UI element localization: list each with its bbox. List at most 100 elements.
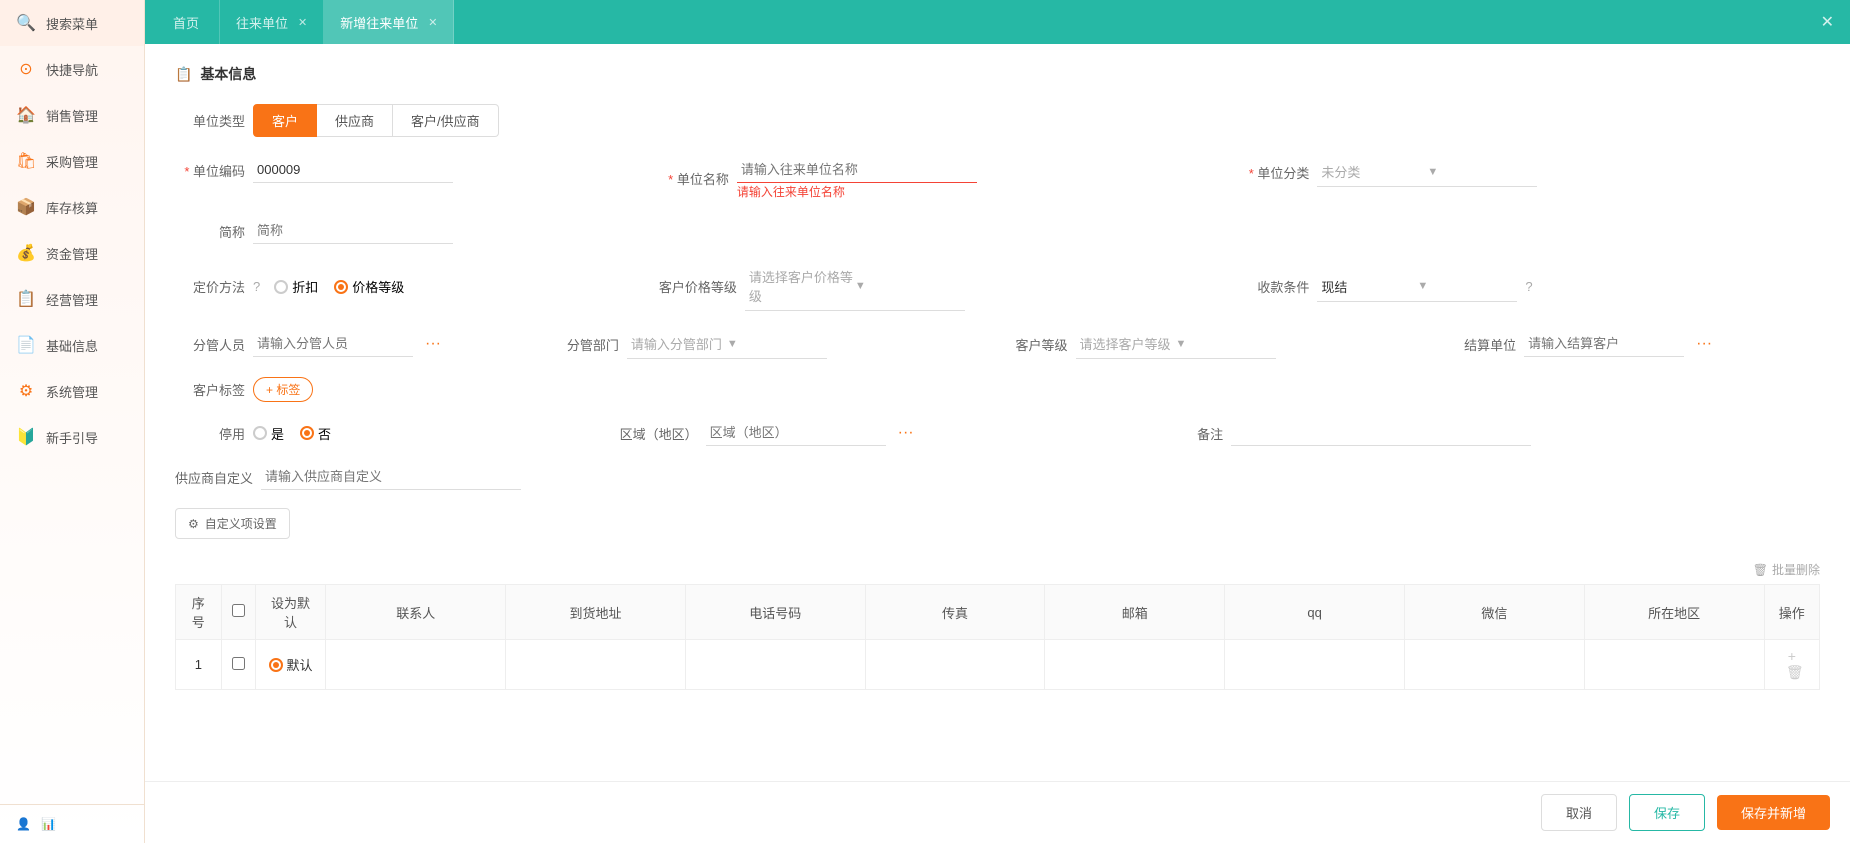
row-delete-btn[interactable]: 🗑: [1786, 664, 1804, 680]
sidebar-item-search[interactable]: 🔍 搜索菜单: [0, 0, 144, 46]
region-input[interactable]: [706, 420, 886, 446]
tab-new-partner[interactable]: 新增往来单位 ✕: [324, 0, 454, 44]
col-qq: qq: [1225, 585, 1405, 640]
sidebar-item-purchase[interactable]: 🛍 采购管理: [0, 138, 144, 184]
cell-contact[interactable]: [326, 640, 506, 690]
add-tag-button[interactable]: + 标签: [253, 377, 313, 402]
custom-settings-button[interactable]: ⚙ 自定义项设置: [175, 508, 290, 539]
sidebar-stats[interactable]: 📊: [41, 817, 56, 831]
sidebar-item-inventory[interactable]: 📦 库存核算: [0, 184, 144, 230]
pricing-level-radio: [334, 280, 348, 294]
cell-phone[interactable]: [685, 640, 865, 690]
quick-nav-icon: ⊙: [16, 59, 36, 79]
payment-help-icon[interactable]: ?: [1525, 279, 1532, 294]
col-action: 操作: [1764, 585, 1819, 640]
cell-checkbox[interactable]: [221, 640, 255, 690]
cell-region[interactable]: [1584, 640, 1764, 690]
disabled-yes-option[interactable]: 是: [253, 424, 284, 443]
phone-input[interactable]: [696, 657, 855, 672]
system-icon: ⚙: [16, 381, 36, 401]
settlement-unit-input[interactable]: [1524, 331, 1684, 357]
form-row-pricing: 定价方法 ? 折扣 价格等级 客户价格等级 请选择客户价格等级: [175, 262, 1820, 311]
pricing-discount-option[interactable]: 折扣: [274, 277, 318, 296]
sidebar-label-basic: 基础信息: [46, 336, 98, 355]
form-row-shortname: 简称: [175, 218, 1820, 244]
fax-input[interactable]: [876, 657, 1035, 672]
cell-fax[interactable]: [865, 640, 1045, 690]
payment-terms-arrow: ▼: [1417, 280, 1513, 292]
contacts-table: 序号 设为默认 联系人 到货地址 电话号码 传真 邮箱 qq 微信 所在地区 操…: [175, 584, 1820, 690]
table-row: 1 默认: [176, 640, 1820, 690]
select-all-checkbox[interactable]: [232, 604, 245, 617]
region-table-input[interactable]: [1595, 657, 1754, 672]
disabled-label: 停用: [175, 424, 245, 443]
tabbar-close-all[interactable]: ✕: [1813, 12, 1842, 32]
cell-email[interactable]: [1045, 640, 1225, 690]
inventory-icon: 📦: [16, 197, 36, 217]
sidebar-item-system[interactable]: ⚙ 系统管理: [0, 368, 144, 414]
sidebar-item-finance[interactable]: 💰 资金管理: [0, 230, 144, 276]
cancel-button[interactable]: 取消: [1541, 794, 1617, 831]
save-new-button[interactable]: 保存并新增: [1717, 795, 1830, 830]
unit-type-row: 单位类型 客户 供应商 客户/供应商: [175, 104, 1820, 137]
tab-partners-close[interactable]: ✕: [298, 16, 307, 29]
unit-code-input[interactable]: [253, 157, 453, 183]
short-name-input[interactable]: [253, 218, 453, 244]
sidebar-item-basic[interactable]: 📄 基础信息: [0, 322, 144, 368]
cell-wechat[interactable]: [1405, 640, 1585, 690]
unit-type-both[interactable]: 客户/供应商: [393, 104, 499, 137]
pricing-help-icon[interactable]: ?: [253, 279, 260, 294]
sidebar-item-guide[interactable]: 🔰 新手引导: [0, 414, 144, 460]
sidebar-item-quick-nav[interactable]: ⊙ 快捷导航: [0, 46, 144, 92]
tab-home[interactable]: 首页: [153, 0, 220, 44]
email-input[interactable]: [1055, 657, 1214, 672]
sidebar-label-guide: 新手引导: [46, 428, 98, 447]
manager-label: 分管人员: [175, 335, 245, 354]
unit-category-arrow: ▼: [1427, 166, 1533, 178]
tab-new-partner-close[interactable]: ✕: [428, 16, 437, 29]
customer-level-select[interactable]: 请选择客户等级 ▼: [1076, 329, 1276, 359]
unit-category-select[interactable]: 未分类 ▼: [1317, 157, 1537, 187]
supplier-custom-input[interactable]: [261, 464, 521, 490]
sidebar-item-sales[interactable]: 🏠 销售管理: [0, 92, 144, 138]
manager-more-btn[interactable]: ···: [421, 335, 445, 353]
remark-field: 备注: [1153, 420, 1820, 446]
row-checkbox[interactable]: [232, 657, 245, 670]
manager-input[interactable]: [253, 331, 413, 357]
sidebar-item-ops[interactable]: 📋 经营管理: [0, 276, 144, 322]
main-content: 首页 往来单位 ✕ 新增往来单位 ✕ ✕ 📋 基本信息 单位类型 客户 供应商 …: [145, 0, 1850, 843]
payment-terms-value: 现结: [1321, 277, 1417, 296]
department-placeholder: 请输入分管部门: [631, 334, 727, 353]
unit-type-customer[interactable]: 客户: [253, 104, 317, 137]
department-select[interactable]: 请输入分管部门 ▼: [627, 329, 827, 359]
wechat-input[interactable]: [1415, 657, 1574, 672]
qq-input[interactable]: [1235, 657, 1394, 672]
payment-terms-select[interactable]: 现结 ▼: [1317, 272, 1517, 302]
pricing-level-option[interactable]: 价格等级: [334, 277, 404, 296]
unit-type-supplier[interactable]: 供应商: [317, 104, 393, 137]
default-radio: [269, 658, 283, 672]
table-header-row: 序号 设为默认 联系人 到货地址 电话号码 传真 邮箱 qq 微信 所在地区 操…: [176, 585, 1820, 640]
batch-delete-button[interactable]: 🗑 批量删除: [1753, 561, 1820, 578]
cell-address[interactable]: [506, 640, 686, 690]
sidebar-user[interactable]: 👤: [16, 817, 31, 831]
guide-icon: 🔰: [16, 427, 36, 447]
user-icon: 👤: [16, 817, 31, 831]
contact-input[interactable]: [336, 657, 495, 672]
settlement-more-btn[interactable]: ···: [1692, 335, 1716, 353]
default-radio-item[interactable]: 默认: [266, 655, 316, 674]
department-arrow: ▼: [727, 338, 823, 350]
cell-qq[interactable]: [1225, 640, 1405, 690]
region-more-btn[interactable]: ···: [894, 424, 918, 442]
table-section: 🗑 批量删除 序号 设为默认 联系人 到货地址 电话号码 传真 邮箱 qq: [175, 561, 1820, 690]
address-input[interactable]: [516, 657, 675, 672]
unit-category-field: 单位分类 未分类 ▼: [1239, 157, 1820, 187]
row-add-btn[interactable]: +: [1788, 648, 1796, 664]
disabled-no-option[interactable]: 否: [300, 424, 331, 443]
save-button[interactable]: 保存: [1629, 794, 1705, 831]
tab-partners[interactable]: 往来单位 ✕: [220, 0, 324, 44]
unit-name-input[interactable]: [737, 157, 977, 183]
cell-action: + 🗑: [1764, 640, 1819, 690]
remark-input[interactable]: [1231, 420, 1531, 446]
customer-price-level-select[interactable]: 请选择客户价格等级 ▼: [745, 262, 965, 311]
